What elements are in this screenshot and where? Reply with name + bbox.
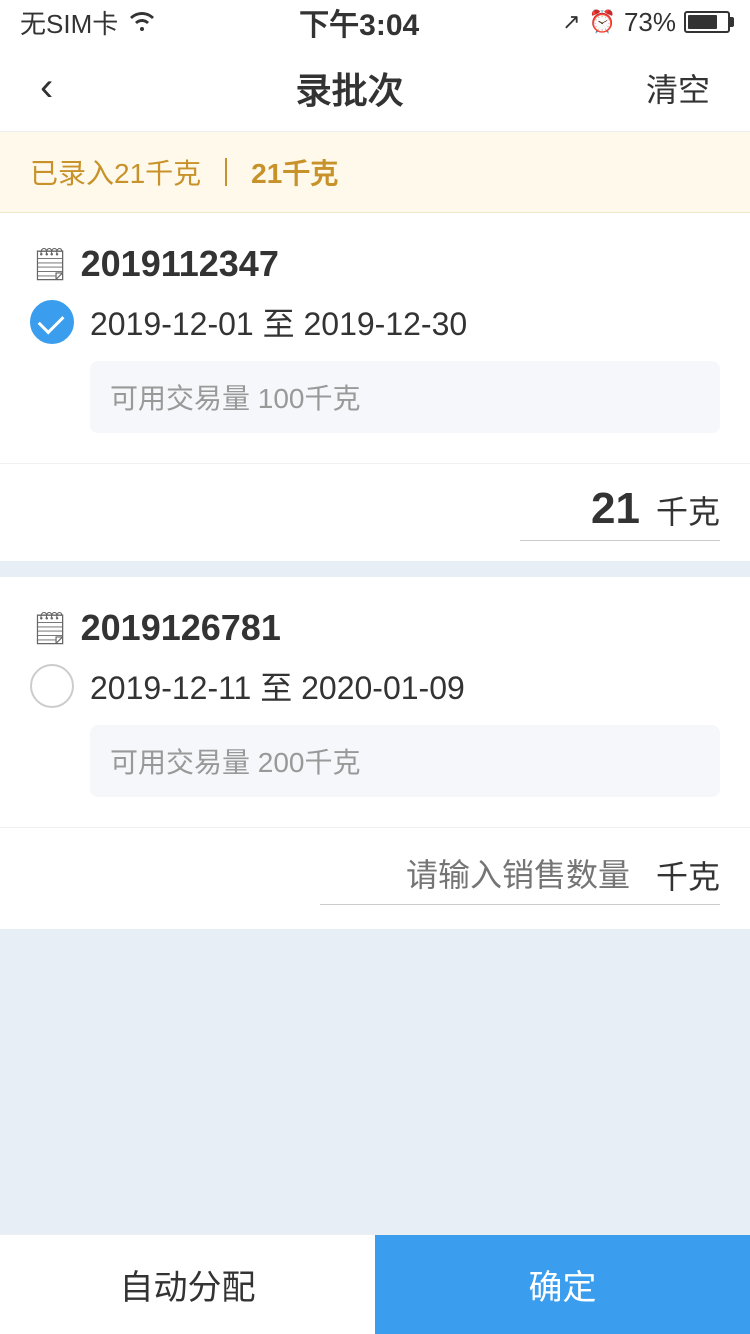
clear-button[interactable]: 清空: [636, 55, 720, 121]
info-banner: 已录入21千克 21千克: [0, 132, 750, 213]
qty-input-2[interactable]: [230, 857, 630, 894]
batch-header-1: 🗒 2019112347: [30, 243, 720, 285]
batch-id-2: 2019126781: [81, 607, 281, 649]
recorded-label: 已录入21千克: [30, 152, 201, 192]
auto-distribute-button[interactable]: 自动分配: [0, 1235, 375, 1334]
batch-radio-1[interactable]: [30, 300, 74, 344]
batch-header-2: 🗒 2019126781: [30, 607, 720, 649]
batch-card-2: 🗒 2019126781 2019-12-11 至 2020-01-09 可用交…: [0, 577, 750, 929]
alarm-icon: ⏰: [589, 9, 616, 35]
battery-percentage: 73%: [624, 7, 676, 38]
batch-card-1: 🗒 2019112347 2019-12-01 至 2019-12-30 可用交…: [0, 213, 750, 561]
batch-id-1: 2019112347: [81, 243, 279, 285]
available-qty-box-1: 可用交易量 100千克: [90, 361, 720, 433]
section-divider: [0, 561, 750, 577]
page-title: 录批次: [296, 62, 404, 114]
status-left: 无SIM卡: [20, 4, 156, 41]
batch-item-2[interactable]: 🗒 2019126781 2019-12-11 至 2020-01-09 可用交…: [0, 577, 750, 827]
confirm-button[interactable]: 确定: [375, 1235, 750, 1334]
banner-divider: [225, 158, 227, 186]
amount-row-1: 21 千克: [0, 463, 750, 561]
available-qty-text-2: 可用交易量 200千克: [110, 747, 361, 778]
carrier-text: 无SIM卡: [20, 4, 118, 41]
batch-date-row-1: 2019-12-01 至 2019-12-30: [30, 299, 720, 345]
batch-date-row-2: 2019-12-11 至 2020-01-09: [30, 663, 720, 709]
bottom-bar: 自动分配 确定: [0, 1234, 750, 1334]
battery-icon: [684, 11, 730, 33]
nav-bar: ‹ 录批次 清空: [0, 44, 750, 132]
batch-doc-icon-2: 🗒: [30, 609, 71, 647]
batch-date-2: 2019-12-11 至 2020-01-09: [90, 663, 465, 709]
input-row-2: 千克: [0, 827, 750, 929]
location-icon: ↗: [562, 9, 580, 35]
status-bar: 无SIM卡 下午3:04 ↗ ⏰ 73%: [0, 0, 750, 44]
batch-item-1[interactable]: 🗒 2019112347 2019-12-01 至 2019-12-30 可用交…: [0, 213, 750, 463]
batch-radio-2[interactable]: [30, 664, 74, 708]
batch-doc-icon-1: 🗒: [30, 245, 71, 283]
wifi-icon: [128, 7, 156, 38]
amount-unit-1: 千克: [656, 487, 720, 533]
available-qty-text-1: 可用交易量 100千克: [110, 383, 361, 414]
back-button[interactable]: ‹: [30, 55, 63, 120]
available-qty-box-2: 可用交易量 200千克: [90, 725, 720, 797]
amount-value-1: 21: [591, 484, 640, 534]
batch-date-1: 2019-12-01 至 2019-12-30: [90, 299, 467, 345]
input-unit-2: 千克: [656, 852, 720, 898]
status-time: 下午3:04: [299, 0, 419, 44]
status-right: ↗ ⏰ 73%: [562, 7, 730, 38]
recorded-value: 21千克: [251, 152, 338, 192]
